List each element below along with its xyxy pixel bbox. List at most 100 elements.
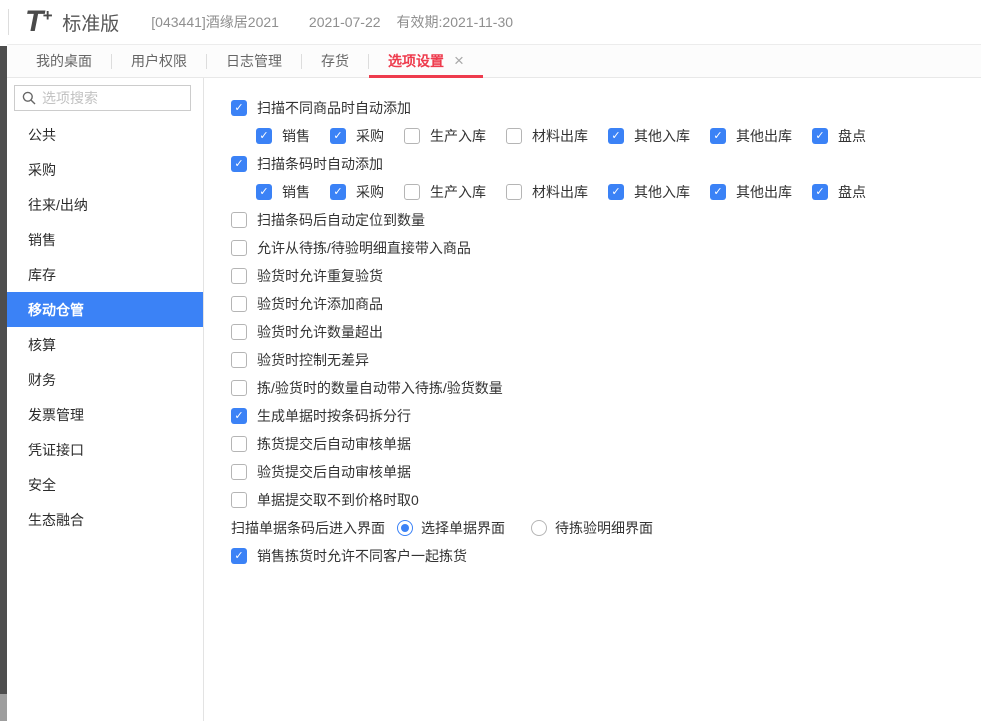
checkbox-group: ✓销售✓采购生产入库材料出库✓其他入库✓其他出库✓盘点 xyxy=(256,126,886,146)
checkbox[interactable] xyxy=(231,436,247,452)
option-label: 验货时控制无差异 xyxy=(257,350,369,370)
close-tab-icon[interactable]: × xyxy=(454,54,464,68)
option-search-input[interactable] xyxy=(42,90,183,106)
sidebar-item-sales[interactable]: 销售 xyxy=(7,222,203,257)
tab-option-settings[interactable]: 选项设置 × xyxy=(369,45,483,77)
sidebar-item-voucher-interface[interactable]: 凭证接口 xyxy=(7,432,203,467)
sidebar-item-label: 凭证接口 xyxy=(28,440,84,460)
sidebar-item-label: 库存 xyxy=(28,265,56,285)
option-label: 销售 xyxy=(282,182,310,202)
checkbox-group-item: ✓ 采购 xyxy=(330,182,384,202)
option-row: 扫描条码后自动定位到数量 xyxy=(231,206,981,234)
option-row: 验货时允许数量超出 xyxy=(231,318,981,346)
logo-plus-glyph: + xyxy=(42,7,52,24)
option-row: 拣货提交后自动审核单据 xyxy=(231,430,981,458)
option-label: 单据提交取不到价格时取0 xyxy=(257,490,419,510)
account-label: [043441]酒缘居2021 xyxy=(151,12,279,32)
checkbox[interactable] xyxy=(231,352,247,368)
option-label: 扫描条码后自动定位到数量 xyxy=(257,210,425,230)
window-left-edge-bottom xyxy=(0,694,7,721)
checkbox[interactable] xyxy=(231,268,247,284)
sidebar-item-label: 安全 xyxy=(28,475,56,495)
checkbox-group-item: 材料出库 xyxy=(506,126,588,146)
option-row: ✓ 销售拣货时允许不同客户一起拣货 xyxy=(231,542,981,570)
option-label: 材料出库 xyxy=(532,182,588,202)
option-label: 采购 xyxy=(356,182,384,202)
checkbox-group-item: 材料出库 xyxy=(506,182,588,202)
option-label: 销售拣货时允许不同客户一起拣货 xyxy=(257,546,467,566)
checkbox[interactable]: ✓ xyxy=(710,184,726,200)
checkbox[interactable] xyxy=(506,128,522,144)
radio-option-label: 选择单据界面 xyxy=(421,518,505,538)
checkbox[interactable] xyxy=(231,296,247,312)
tab-label: 存货 xyxy=(321,51,349,71)
checkbox[interactable]: ✓ xyxy=(256,184,272,200)
checkbox[interactable] xyxy=(231,240,247,256)
checkbox[interactable] xyxy=(506,184,522,200)
checkbox[interactable] xyxy=(231,492,247,508)
checkbox[interactable]: ✓ xyxy=(812,184,828,200)
sidebar-item-label: 往来/出纳 xyxy=(28,195,88,215)
tab-my-desktop[interactable]: 我的桌面 xyxy=(17,45,111,77)
checkbox[interactable] xyxy=(231,464,247,480)
checkbox[interactable]: ✓ xyxy=(608,128,624,144)
checkbox[interactable] xyxy=(404,184,420,200)
checkbox[interactable]: ✓ xyxy=(710,128,726,144)
radio-button[interactable] xyxy=(531,520,547,536)
checkbox[interactable]: ✓ xyxy=(256,128,272,144)
sidebar-item-mobile-warehouse[interactable]: 移动仓管 xyxy=(7,292,203,327)
sidebar-item-public[interactable]: 公共 xyxy=(7,117,203,152)
checkbox[interactable] xyxy=(231,212,247,228)
sidebar-item-inventory[interactable]: 库存 xyxy=(7,257,203,292)
tab-log-management[interactable]: 日志管理 xyxy=(207,45,301,77)
validity-label: 有效期:2021-11-30 xyxy=(397,12,513,32)
options-panel: ✓扫描不同商品时自动添加✓销售✓采购生产入库材料出库✓其他入库✓其他出库✓盘点✓… xyxy=(205,78,981,721)
radio-dot xyxy=(401,524,409,532)
option-label: 生产入库 xyxy=(430,182,486,202)
window-left-edge-middle xyxy=(0,46,7,694)
checkbox[interactable]: ✓ xyxy=(330,184,346,200)
sidebar-item-security[interactable]: 安全 xyxy=(7,467,203,502)
header-edge-divider xyxy=(8,9,9,35)
sidebar-item-purchase[interactable]: 采购 xyxy=(7,152,203,187)
option-label: 生产入库 xyxy=(430,126,486,146)
checkbox-group-item: ✓其他出库 xyxy=(710,126,792,146)
checkbox[interactable]: ✓ xyxy=(231,156,247,172)
option-label: 验货时允许数量超出 xyxy=(257,322,383,342)
checkbox[interactable]: ✓ xyxy=(608,184,624,200)
sidebar-item-ar-ap-cashier[interactable]: 往来/出纳 xyxy=(7,187,203,222)
radio-option-label: 待拣验明细界面 xyxy=(555,518,653,538)
checkbox-group-item: ✓盘点 xyxy=(812,182,866,202)
sidebar-item-accounting[interactable]: 核算 xyxy=(7,327,203,362)
option-row: ✓生成单据时按条码拆分行 xyxy=(231,402,981,430)
option-row: ✓扫描不同商品时自动添加 xyxy=(231,94,981,122)
sidebar-item-label: 公共 xyxy=(28,125,56,145)
option-label: 材料出库 xyxy=(532,126,588,146)
sidebar-item-invoice-management[interactable]: 发票管理 xyxy=(7,397,203,432)
app-logo: T + 标准版 xyxy=(25,7,119,37)
tab-user-permission[interactable]: 用户权限 xyxy=(112,45,206,77)
option-search-box[interactable] xyxy=(14,85,191,111)
option-label: 采购 xyxy=(356,126,384,146)
checkbox[interactable] xyxy=(231,324,247,340)
option-row: 验货时允许重复验货 xyxy=(231,262,981,290)
sidebar-item-label: 销售 xyxy=(28,230,56,250)
radio-option: 选择单据界面 xyxy=(397,518,505,538)
checkbox[interactable] xyxy=(231,380,247,396)
option-row: 验货提交后自动审核单据 xyxy=(231,458,981,486)
checkbox[interactable]: ✓ xyxy=(231,100,247,116)
tab-inventory[interactable]: 存货 xyxy=(302,45,368,77)
radio-button[interactable] xyxy=(397,520,413,536)
checkbox[interactable]: ✓ xyxy=(231,408,247,424)
tab-label: 选项设置 xyxy=(388,51,444,71)
sidebar-item-finance[interactable]: 财务 xyxy=(7,362,203,397)
tab-bar: 我的桌面用户权限日志管理存货 选项设置 × xyxy=(7,45,981,78)
checkbox[interactable] xyxy=(404,128,420,144)
checkbox-group-item: 生产入库 xyxy=(404,126,486,146)
options-sidebar: 公共采购往来/出纳销售库存移动仓管核算财务发票管理凭证接口安全生态融合 xyxy=(7,78,204,721)
checkbox[interactable]: ✓ xyxy=(330,128,346,144)
checkbox[interactable]: ✓ xyxy=(812,128,828,144)
search-icon xyxy=(22,91,36,105)
checkbox[interactable]: ✓ xyxy=(231,548,247,564)
sidebar-item-eco-integration[interactable]: 生态融合 xyxy=(7,502,203,537)
